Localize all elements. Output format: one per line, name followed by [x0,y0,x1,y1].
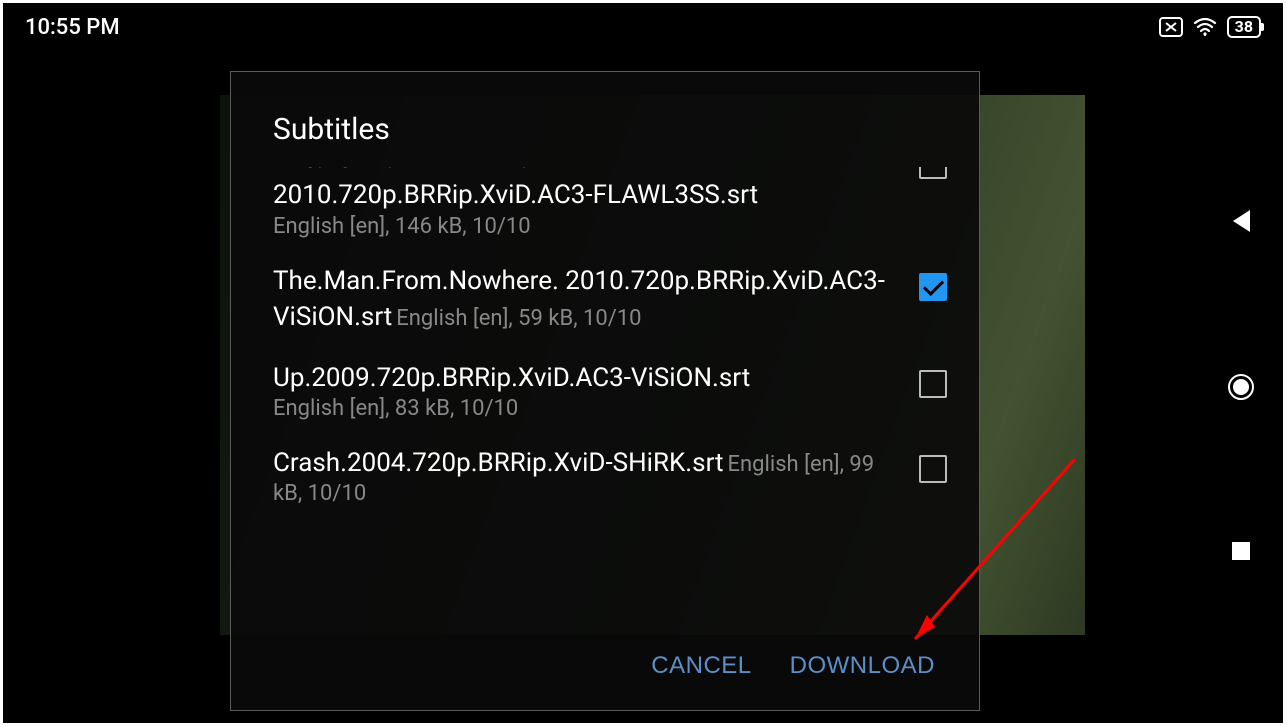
recents-button[interactable] [1230,540,1252,562]
dialog-title: Subtitles [231,72,979,167]
subtitle-item[interactable]: The.Town.EXTENDED.2010.720p.BRRip.XviD.A… [273,167,961,253]
back-button[interactable] [1230,208,1252,234]
subtitle-meta: English [en], 146 kB, 10/10 [273,214,905,239]
subtitle-checkbox[interactable] [919,273,947,301]
download-button[interactable]: DOWNLOAD [790,652,935,680]
subtitle-checkbox[interactable] [919,370,947,398]
no-sim-icon [1159,17,1183,37]
wifi-icon [1193,17,1217,37]
clock: 10:55 PM [25,15,120,40]
subtitle-meta: English [en], 83 kB, 10/10 [273,396,905,421]
subtitle-item[interactable]: Crash.2004.720p.BRRip.XviD-SHiRK.srt Eng… [273,435,961,520]
subtitle-filename: Crash.2004.720p.BRRip.XviD-SHiRK.srt [273,448,724,478]
battery-icon: 38 [1227,16,1261,38]
subtitle-meta: English [en], 59 kB, 10/10 [396,306,641,331]
subtitle-filename: The.Town.EXTENDED.2010.720p.BRRip.XviD.A… [273,167,905,214]
subtitle-item[interactable]: The.Man.From.Nowhere. 2010.720p.BRRip.Xv… [273,253,961,350]
subtitle-checkbox[interactable] [919,167,947,179]
subtitle-item[interactable]: Up.2009.720p.BRRip.XviD.AC3-ViSiON.srt E… [273,350,961,435]
subtitle-filename: Up.2009.720p.BRRip.XviD.AC3-ViSiON.srt [273,360,905,396]
subtitles-dialog: Subtitles The.Town.EXTENDED.2010.720p.BR… [230,71,980,711]
navigation-bar [1201,49,1281,721]
cancel-button[interactable]: CANCEL [651,652,751,680]
subtitle-checkbox[interactable] [919,455,947,483]
status-bar: 10:55 PM 38 [5,5,1281,49]
subtitle-list[interactable]: The.Town.EXTENDED.2010.720p.BRRip.XviD.A… [231,167,979,632]
home-button[interactable] [1226,372,1256,402]
